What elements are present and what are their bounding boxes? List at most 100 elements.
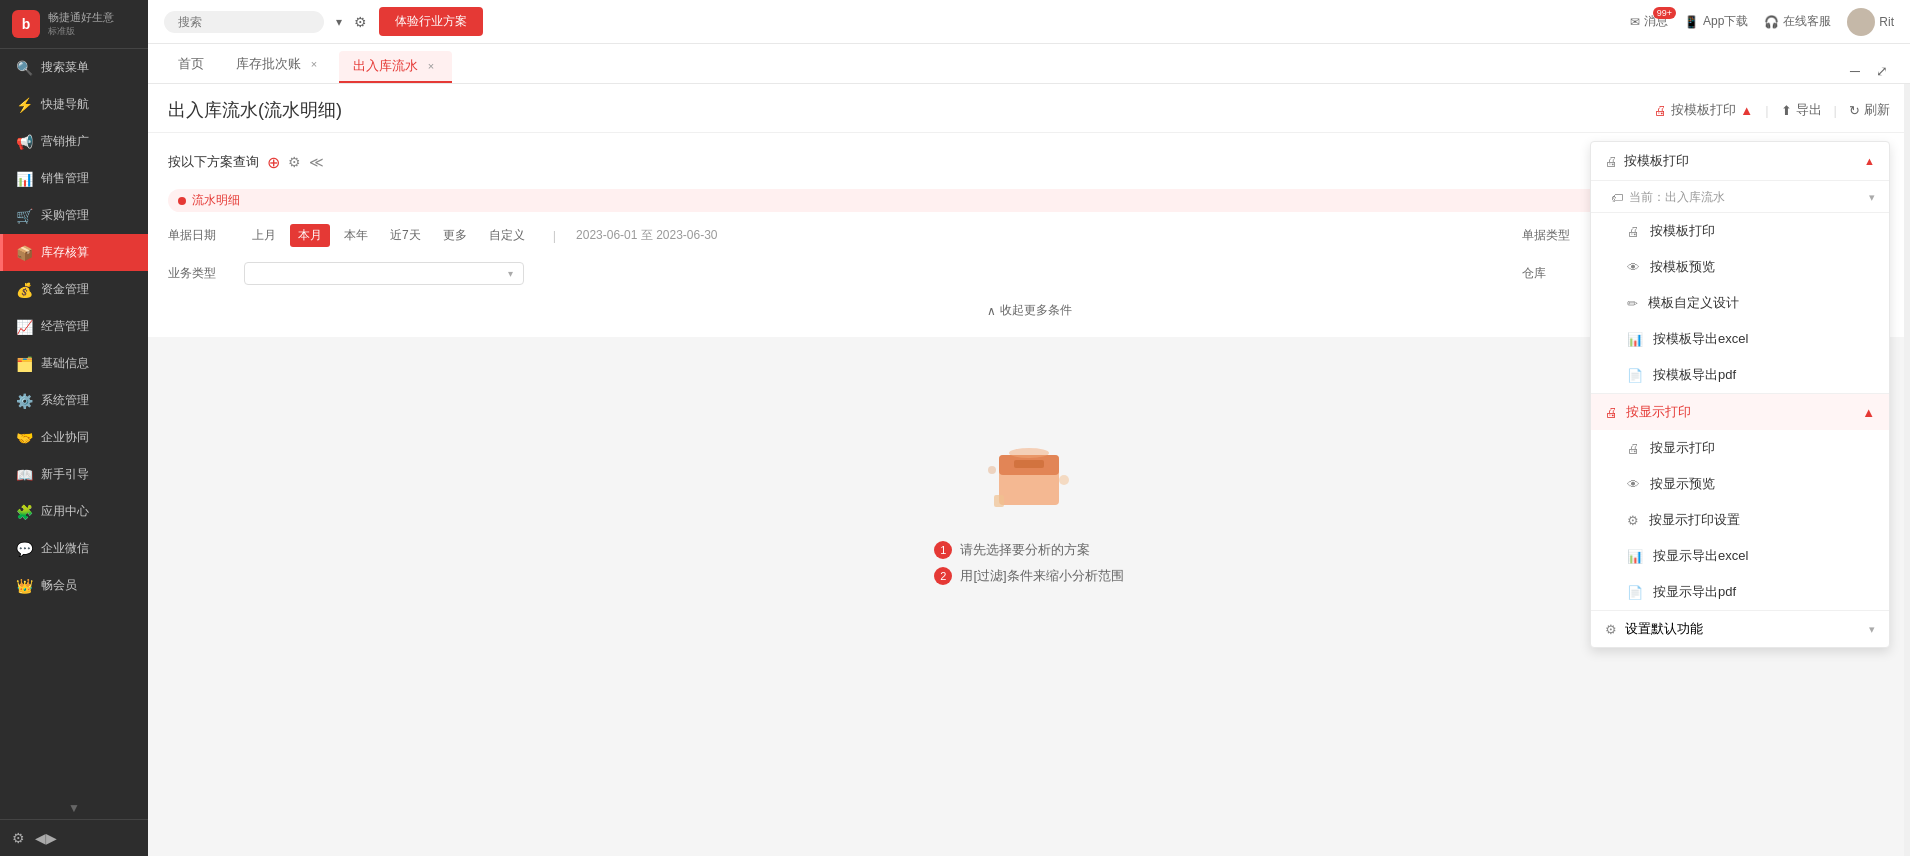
- set-default-arrow: ▾: [1869, 623, 1875, 636]
- topbar-gear-icon[interactable]: ⚙: [354, 14, 367, 30]
- display-print-settings-item[interactable]: ⚙ 按显示打印设置: [1591, 502, 1889, 538]
- app-download-item[interactable]: 📱 App下载: [1684, 13, 1748, 30]
- display-preview-icon: 👁: [1627, 477, 1640, 492]
- chevron-up-icon: ∧: [987, 304, 996, 318]
- customer-service-item[interactable]: 🎧 在线客服: [1764, 13, 1831, 30]
- tab-home[interactable]: 首页: [164, 47, 218, 83]
- sidebar-item-purchase[interactable]: 🛒 采购管理: [0, 197, 148, 234]
- date-btn-more[interactable]: 更多: [435, 224, 475, 247]
- date-filter-buttons: 上月 本月 本年 近7天 更多 自定义: [244, 224, 533, 247]
- sidebar-item-system[interactable]: ⚙️ 系统管理: [0, 382, 148, 419]
- page-wrapper: 出入库流水(流水明细) 🖨 按模板打印 ▲ | ⬆ 导出 | ↻: [148, 84, 1910, 665]
- message-icon: ✉: [1630, 15, 1640, 29]
- template-export-excel-item[interactable]: 📊 按模板导出excel: [1591, 321, 1889, 357]
- logo-icon: b: [12, 10, 40, 38]
- topbar-dropdown-arrow[interactable]: ▾: [336, 15, 342, 29]
- display-print-group-label-area: 🖨 按显示打印: [1605, 403, 1691, 421]
- collapse-conditions-button[interactable]: ∧ 收起更多条件: [979, 298, 1080, 323]
- export-button[interactable]: ⬆ 导出: [1781, 101, 1822, 119]
- divider1: |: [1765, 103, 1768, 118]
- sidebar-item-vip[interactable]: 👑 畅会员: [0, 567, 148, 604]
- vip-icon: 👑: [15, 578, 33, 594]
- message-item[interactable]: ✉ 消息 99+: [1630, 13, 1668, 30]
- display-export-excel-item[interactable]: 📊 按显示导出excel: [1591, 538, 1889, 574]
- shortcut-icon: ⚡: [15, 97, 33, 113]
- date-btn-custom[interactable]: 自定义: [481, 224, 533, 247]
- tab-maximize-button[interactable]: ⤢: [1870, 59, 1894, 83]
- operations-icon: 📈: [15, 319, 33, 335]
- display-print-item[interactable]: 🖨 按显示打印: [1591, 430, 1889, 466]
- sidebar-item-apps[interactable]: 🧩 应用中心: [0, 493, 148, 530]
- date-btn-7days[interactable]: 近7天: [382, 224, 429, 247]
- finance-icon: 💰: [15, 282, 33, 298]
- filter-collapse-icon[interactable]: ≪: [309, 154, 324, 170]
- sidebar-item-finance[interactable]: 💰 资金管理: [0, 271, 148, 308]
- current-arrow-icon: ▾: [1869, 191, 1875, 204]
- template-print-button[interactable]: 🖨 按模板打印 ▲: [1654, 101, 1753, 119]
- date-btn-last-month[interactable]: 上月: [244, 224, 284, 247]
- sidebar-item-marketing[interactable]: 📢 营销推广: [0, 123, 148, 160]
- sidebar-item-guide[interactable]: 📖 新手引导: [0, 456, 148, 493]
- warehouse-label: 仓库: [1522, 265, 1582, 282]
- filter-add-icon[interactable]: ⊕: [267, 153, 280, 172]
- enterprise-icon: 🤝: [15, 430, 33, 446]
- sidebar-item-operations[interactable]: 📈 经营管理: [0, 308, 148, 345]
- tab-bar: 首页 库存批次账 × 出入库流水 × ─ ⤢: [148, 44, 1910, 84]
- sidebar-item-shortcut[interactable]: ⚡ 快捷导航: [0, 86, 148, 123]
- display-export-pdf-item[interactable]: 📄 按显示导出pdf: [1591, 574, 1889, 610]
- template-export-pdf-item[interactable]: 📄 按模板导出pdf: [1591, 357, 1889, 393]
- set-default-item[interactable]: ⚙ 设置默认功能 ▾: [1591, 611, 1889, 647]
- template-print-item[interactable]: 🖨 按模板打印: [1591, 213, 1889, 249]
- sidebar-item-inventory[interactable]: 📦 库存核算: [0, 234, 148, 271]
- display-pdf-icon: 📄: [1627, 585, 1643, 600]
- refresh-button[interactable]: ↻ 刷新: [1849, 101, 1890, 119]
- template-preview-item[interactable]: 👁 按模板预览: [1591, 249, 1889, 285]
- filter-settings-icon[interactable]: ⚙: [288, 154, 301, 170]
- voucher-type-label: 单据类型: [1522, 227, 1582, 244]
- sidebar: b 畅捷通好生意 标准版 🔍 搜索菜单 ⚡ 快捷导航 📢 营销推广 📊 销售管理…: [0, 0, 148, 856]
- sidebar-item-weapp[interactable]: 💬 企业微信: [0, 530, 148, 567]
- date-btn-this-month[interactable]: 本月: [290, 224, 330, 247]
- tab-batch[interactable]: 库存批次账 ×: [222, 47, 335, 83]
- sidebar-item-search[interactable]: 🔍 搜索菜单: [0, 49, 148, 86]
- topbar-search-input[interactable]: [164, 11, 324, 33]
- user-avatar[interactable]: Rit: [1847, 8, 1894, 36]
- display-preview-item[interactable]: 👁 按显示预览: [1591, 466, 1889, 502]
- biz-type-select[interactable]: ▾: [244, 262, 524, 285]
- sidebar-item-enterprise[interactable]: 🤝 企业协同: [0, 419, 148, 456]
- current-icon: 🏷: [1611, 191, 1623, 205]
- svg-rect-2: [1014, 460, 1044, 468]
- date-btn-this-year[interactable]: 本年: [336, 224, 376, 247]
- page-header: 出入库流水(流水明细) 🖨 按模板打印 ▲ | ⬆ 导出 | ↻: [148, 84, 1910, 133]
- industry-solution-button[interactable]: 体验行业方案: [379, 7, 483, 36]
- svg-point-3: [1009, 448, 1049, 458]
- dropdown-collapse-icon[interactable]: ▲: [1864, 155, 1875, 167]
- display-print-group-header[interactable]: 🖨 按显示打印 ▲: [1591, 394, 1889, 430]
- step-1-num: 1: [934, 541, 952, 559]
- set-default-icon: ⚙: [1605, 622, 1617, 637]
- print-dropdown-panel: 🖨 按模板打印 ▲ 🏷 当前：出入库流水: [1590, 141, 1890, 648]
- collapse-sidebar-icon[interactable]: ◀▶: [35, 830, 57, 846]
- tab-batch-close[interactable]: ×: [307, 57, 321, 71]
- display-print-settings-icon: ⚙: [1627, 513, 1639, 528]
- sidebar-item-basics[interactable]: 🗂️ 基础信息: [0, 345, 148, 382]
- tab-flow-close[interactable]: ×: [424, 59, 438, 73]
- display-print-section: 🖨 按显示打印 ▲ 🖨 按显示打印 👁 按显: [1591, 394, 1889, 611]
- settings-bottom-icon[interactable]: ⚙: [12, 830, 25, 846]
- sidebar-scroll-down[interactable]: ▼: [68, 801, 80, 815]
- biz-type-arrow: ▾: [508, 268, 513, 279]
- excel-icon: 📊: [1627, 332, 1643, 347]
- set-default-label-area: ⚙ 设置默认功能: [1605, 620, 1703, 638]
- topbar: ▾ ⚙ 体验行业方案 ✉ 消息 99+ 📱 App下载 🎧 在线客服 Rit: [148, 0, 1910, 44]
- tab-minimize-button[interactable]: ─: [1844, 59, 1866, 83]
- app-edition: 标准版: [48, 25, 114, 38]
- resize-handle[interactable]: [1904, 84, 1910, 856]
- design-icon: ✏: [1627, 296, 1638, 311]
- step-2-num: 2: [934, 567, 952, 585]
- display-print-group-icon: 🖨: [1605, 405, 1618, 420]
- tab-flow[interactable]: 出入库流水 ×: [339, 51, 452, 83]
- display-print-collapse-icon: ▲: [1862, 405, 1875, 420]
- logo-area: b 畅捷通好生意 标准版: [0, 0, 148, 49]
- template-customize-item[interactable]: ✏ 模板自定义设计: [1591, 285, 1889, 321]
- sidebar-item-sales[interactable]: 📊 销售管理: [0, 160, 148, 197]
